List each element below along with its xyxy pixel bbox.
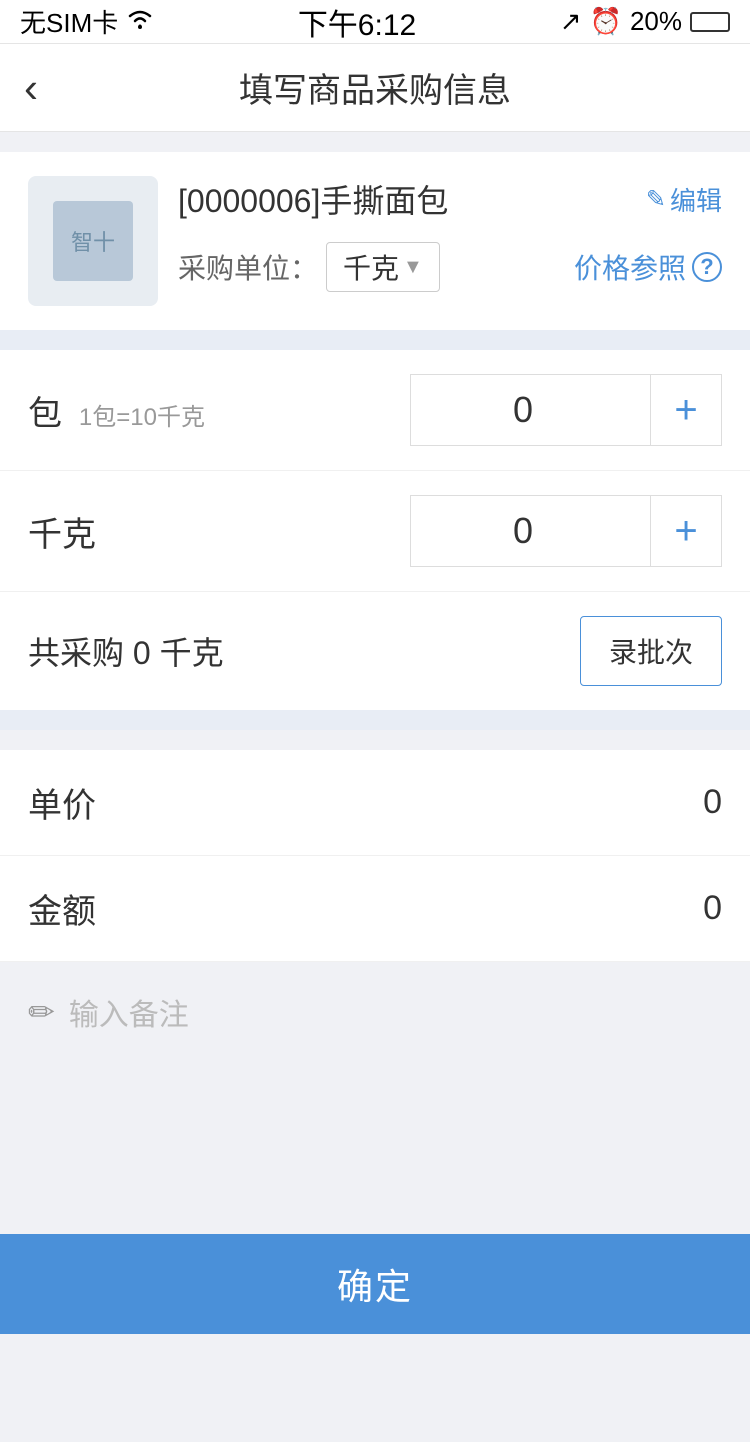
location-icon: ↗ (560, 6, 582, 37)
bao-plus-button[interactable]: + (650, 374, 722, 446)
product-image: 智十 (28, 176, 158, 306)
amount-value: 0 (703, 889, 722, 928)
total-summary-text: 共采购 0 千克 (28, 628, 224, 674)
page-title: 填写商品采购信息 (239, 63, 511, 112)
edit-button[interactable]: ✎ 编辑 (646, 181, 722, 218)
product-unit-row: 采购单位： 千克 ▼ 价格参照 ? (178, 242, 722, 292)
unit-select[interactable]: 千克 ▼ (326, 242, 440, 292)
carrier-text: 无SIM卡 (20, 3, 118, 40)
qianke-label: 千克 (28, 507, 96, 556)
wifi-icon (126, 6, 154, 37)
unit-label: 采购单位： (178, 247, 318, 287)
edit-label: 编辑 (670, 181, 722, 218)
price-info-section: 单价 0 金额 0 (0, 750, 750, 962)
status-right: ↗ ⏰ 20% (560, 6, 730, 37)
confirm-button[interactable]: 确定 (0, 1234, 750, 1334)
logo-text: 智十 (71, 225, 115, 257)
battery-icon (690, 12, 730, 32)
product-name-row: [0000006]手撕面包 ✎ 编辑 (178, 176, 722, 222)
edit-icon: ✎ (646, 185, 666, 214)
unit-price-value: 0 (703, 783, 722, 822)
bao-label: 包 (28, 395, 62, 433)
amount-row: 金额 0 (0, 856, 750, 962)
bao-input-group: + (410, 374, 722, 446)
record-batch-button[interactable]: 录批次 (580, 616, 722, 686)
battery-percent: 20% (630, 6, 682, 37)
product-name: [0000006]手撕面包 (178, 176, 448, 222)
bao-label-group: 包 1包=10千克 (28, 386, 205, 435)
notes-placeholder: 输入备注 (69, 990, 189, 1034)
alarm-icon: ⏰ (590, 6, 622, 37)
dropdown-arrow-icon: ▼ (403, 256, 423, 279)
unit-price-row: 单价 0 (0, 750, 750, 856)
price-ref-label: 价格参照 (574, 247, 686, 287)
back-button[interactable]: ‹ (24, 64, 38, 112)
qianke-row: 千克 + (0, 471, 750, 592)
bao-sublabel: 1包=10千克 (79, 404, 205, 431)
status-time: 下午6:12 (298, 0, 416, 44)
qianke-quantity-input[interactable] (410, 495, 650, 567)
amount-label: 金额 (28, 884, 96, 933)
qianke-plus-button[interactable]: + (650, 495, 722, 567)
section-divider-1 (0, 330, 750, 350)
info-icon: ? (692, 252, 722, 282)
unit-value: 千克 (343, 247, 399, 287)
status-left: 无SIM卡 (20, 3, 154, 40)
notes-section[interactable]: ✏ 输入备注 (0, 962, 750, 1062)
summary-row: 共采购 0 千克 录批次 (0, 592, 750, 710)
bao-row: 包 1包=10千克 + (0, 350, 750, 471)
product-info: [0000006]手撕面包 ✎ 编辑 采购单位： 千克 ▼ 价格参照 ? (178, 176, 722, 292)
qianke-input-group: + (410, 495, 722, 567)
status-bar: 无SIM卡 下午6:12 ↗ ⏰ 20% (0, 0, 750, 44)
price-reference-button[interactable]: 价格参照 ? (574, 247, 722, 287)
bao-quantity-input[interactable] (410, 374, 650, 446)
section-divider-2 (0, 710, 750, 730)
unit-price-label: 单价 (28, 778, 96, 827)
product-card: 智十 [0000006]手撕面包 ✎ 编辑 采购单位： 千克 ▼ (0, 152, 750, 330)
product-logo: 智十 (53, 201, 133, 281)
input-section: 包 1包=10千克 + 千克 + 共采购 0 千克 录批次 (0, 350, 750, 710)
nav-bar: ‹ 填写商品采购信息 (0, 44, 750, 132)
pencil-icon: ✏ (28, 993, 55, 1031)
unit-selector: 采购单位： 千克 ▼ (178, 242, 440, 292)
